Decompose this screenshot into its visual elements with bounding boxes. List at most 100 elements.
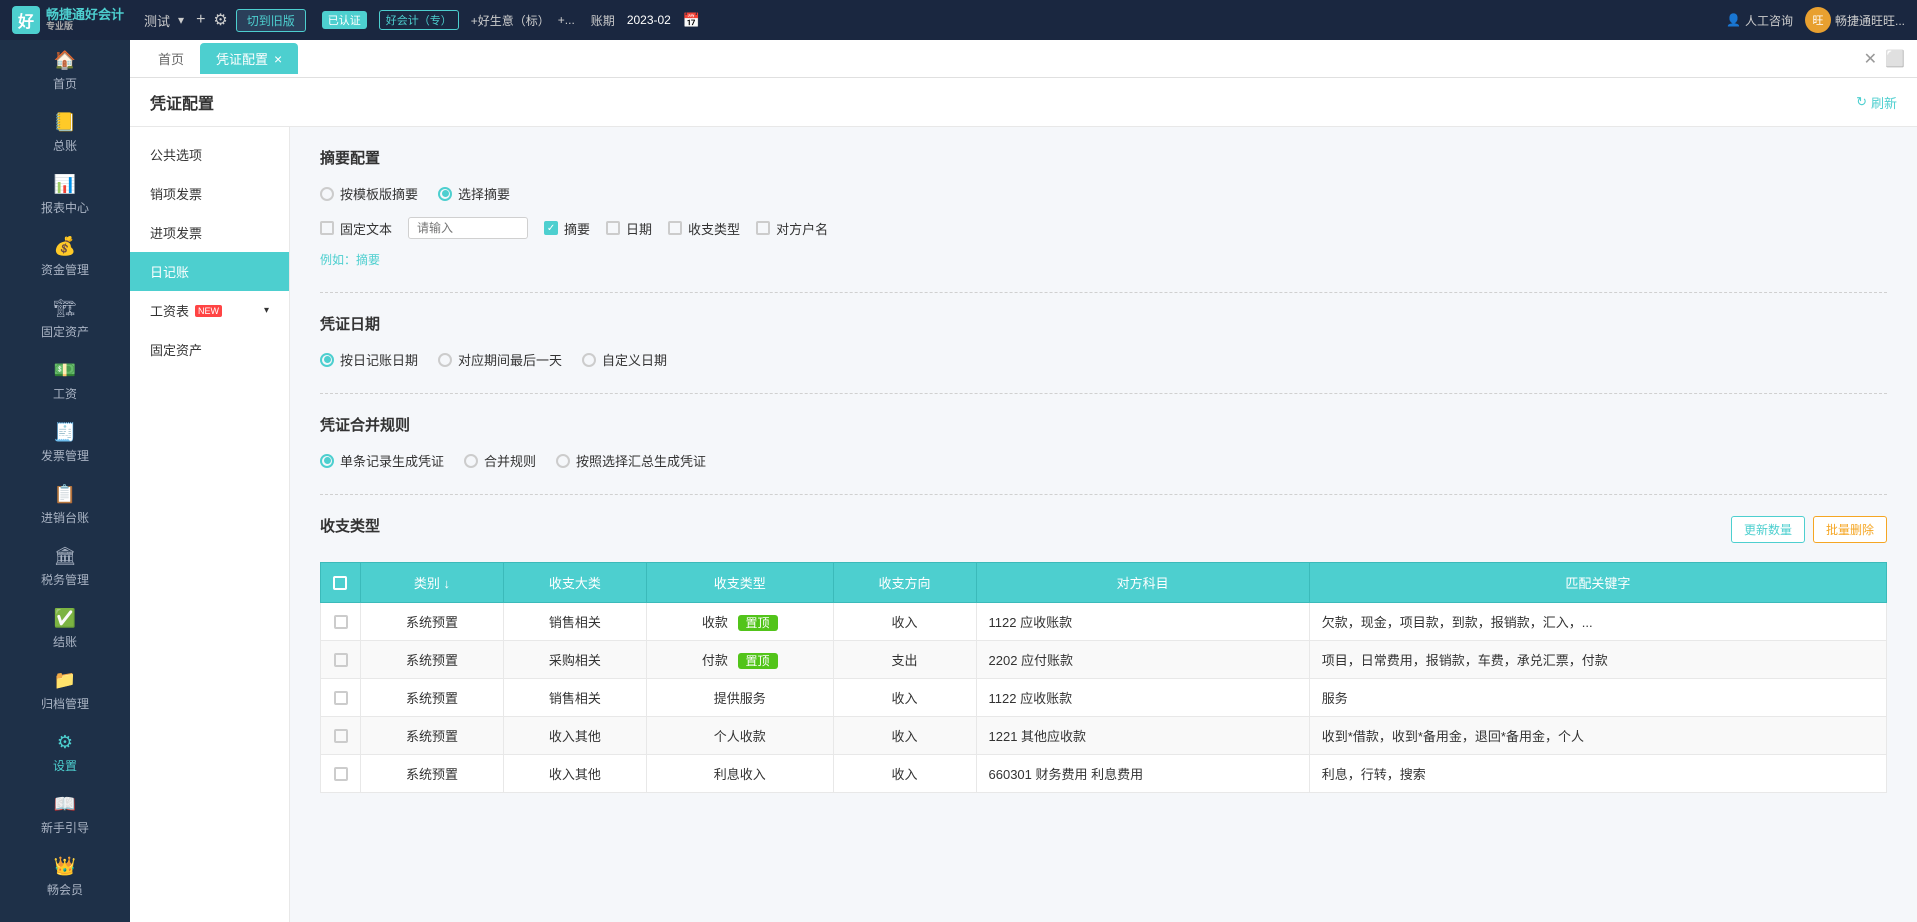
checkbox-income-type[interactable]: 收支类型 (668, 219, 740, 238)
td-keywords-1: 欠款，现金，项目款，到款，报销款，汇入，... (1309, 603, 1886, 641)
sidebar-item-salary[interactable]: 💵 工资 (0, 350, 130, 412)
new-badge: NEW (195, 305, 222, 317)
radio-select-circle (438, 187, 452, 201)
checkbox-fixed-text[interactable]: 固定文本 (320, 219, 392, 238)
summary-checkbox-group: 固定文本 ✓ 摘要 日期 (320, 217, 1887, 239)
merge-radio-group: 单条记录生成凭证 合并规则 按照选择汇总生成凭证 (320, 451, 1887, 470)
td-checkbox-1 (321, 603, 361, 641)
sidebar-item-close[interactable]: ✅ 结账 (0, 598, 130, 660)
settings-icon[interactable]: ⚙ (213, 10, 227, 30)
type-label-3: 提供服务 (714, 691, 766, 706)
left-menu-label-purchase: 进项发票 (150, 223, 202, 242)
fixed-text-input[interactable] (408, 217, 528, 239)
summary-radio-group: 按模板版摘要 选择摘要 (320, 184, 1887, 203)
left-menu-item-fixed-assets[interactable]: 固定资产 (130, 330, 289, 369)
row-checkbox-4[interactable] (334, 729, 348, 743)
radio-journal-date-label: 按日记账日期 (340, 350, 418, 369)
sidebar-item-funds[interactable]: 💰 资金管理 (0, 226, 130, 288)
radio-merge-rule[interactable]: 合并规则 (464, 451, 536, 470)
th-keywords: 匹配关键字 (1309, 563, 1886, 603)
radio-custom-date[interactable]: 自定义日期 (582, 350, 667, 369)
tab-close-icon[interactable]: × (274, 51, 282, 67)
sidebar-item-archive[interactable]: 📁 归档管理 (0, 660, 130, 722)
radio-merge-rule-circle (464, 454, 478, 468)
radio-custom-date-circle (582, 353, 596, 367)
radio-select-label: 选择摘要 (458, 184, 510, 203)
sidebar-item-ledger[interactable]: 📒 总账 (0, 102, 130, 164)
type-label-1: 收款 (702, 615, 728, 630)
td-checkbox-4 (321, 717, 361, 755)
app-container: 好 畅捷通好会计 专业版 测试 ▾ + ⚙ 切到旧版 已认证 好会计（专） +好… (0, 0, 1917, 922)
checkbox-income-type-label: 收支类型 (688, 219, 740, 238)
username-label: 畅捷通旺旺... (1835, 12, 1905, 29)
radio-period-last-day[interactable]: 对应期间最后一天 (438, 350, 562, 369)
sidebar-item-assets[interactable]: 🏗 固定资产 (0, 288, 130, 350)
close-accounts-icon: ✅ (54, 608, 76, 629)
settings-nav-icon: ⚙ (57, 732, 73, 753)
invoices-icon: 🧾 (54, 422, 76, 443)
calendar-icon[interactable]: 📅 (683, 12, 700, 29)
sidebar-item-tax[interactable]: 🏛 税务管理 (0, 536, 130, 598)
td-account-5: 660301 财务费用 利息费用 (976, 755, 1309, 793)
page-title: 凭证配置 (150, 90, 214, 114)
td-category-1: 系统预置 (361, 603, 504, 641)
left-menu-item-payroll[interactable]: 工资表 NEW ▾ (130, 291, 289, 330)
radio-template-summary[interactable]: 按模板版摘要 (320, 184, 418, 203)
left-menu-item-journal[interactable]: 日记账 (130, 252, 289, 291)
sidebar-label-settings: 设置 (53, 757, 77, 774)
sidebar-item-member[interactable]: 👑 畅会员 (0, 846, 130, 908)
radio-merge-rule-label: 合并规则 (484, 451, 536, 470)
radio-select-summary[interactable]: 选择摘要 (438, 184, 510, 203)
refresh-label: 刷新 (1871, 93, 1897, 112)
radio-summary-generate[interactable]: 按照选择汇总生成凭证 (556, 451, 706, 470)
sidebar-item-home[interactable]: 🏠 首页 (0, 40, 130, 102)
table-row: 系统预置 收入其他 利息收入 收入 660301 财务费用 利息费用 利息，行转… (321, 755, 1887, 793)
left-menu-item-purchase[interactable]: 进项发票 (130, 213, 289, 252)
left-menu-item-public[interactable]: 公共选项 (130, 135, 289, 174)
row-checkbox-3[interactable] (334, 691, 348, 705)
batch-delete-button[interactable]: 批量删除 (1813, 516, 1887, 543)
checkbox-summary[interactable]: ✓ 摘要 (544, 219, 590, 238)
income-expense-table: 类别 ↓ 收支大类 收支类型 收支方向 对方科目 匹配关键字 (320, 562, 1887, 793)
checkbox-party-name[interactable]: 对方户名 (756, 219, 828, 238)
ai-consult-label: 人工咨询 (1745, 12, 1793, 29)
user-profile[interactable]: 旺 畅捷通旺旺... (1805, 7, 1905, 33)
row-checkbox-2[interactable] (334, 653, 348, 667)
radio-single-record[interactable]: 单条记录生成凭证 (320, 451, 444, 470)
more-label: +... (558, 13, 575, 27)
update-count-button[interactable]: 更新数量 (1731, 516, 1805, 543)
dropdown-icon[interactable]: ▾ (178, 13, 184, 27)
sidebar-item-reports[interactable]: 📊 报表中心 (0, 164, 130, 226)
tab-home[interactable]: 首页 (142, 43, 200, 74)
guide-icon: 📖 (54, 794, 76, 815)
test-label: 测试 (144, 11, 170, 30)
tab-voucher-config[interactable]: 凭证配置 × (200, 43, 298, 74)
main-panel: 摘要配置 按模板版摘要 选择摘要 (290, 127, 1917, 922)
sidebar-item-guide[interactable]: 📖 新手引导 (0, 784, 130, 846)
tab-maximize-button[interactable]: ⬜ (1885, 49, 1905, 69)
radio-journal-date[interactable]: 按日记账日期 (320, 350, 418, 369)
ai-consult-button[interactable]: 👤 人工咨询 (1726, 12, 1793, 29)
sidebar-item-settings[interactable]: ⚙ 设置 (0, 722, 130, 784)
archive-icon: 📁 (54, 670, 76, 691)
left-menu-item-sales[interactable]: 销项发票 (130, 174, 289, 213)
good-accounting-badge: 好会计（专） (379, 10, 459, 30)
refresh-button[interactable]: ↻ 刷新 (1856, 93, 1897, 112)
select-all-checkbox[interactable] (333, 576, 347, 590)
add-icon[interactable]: + (196, 11, 205, 29)
row-checkbox-1[interactable] (334, 615, 348, 629)
top-tag-2: 置顶 (738, 653, 778, 669)
switch-old-version-button[interactable]: 切到旧版 (236, 9, 306, 32)
ledger-icon: 📒 (54, 112, 76, 133)
checkbox-date[interactable]: 日期 (606, 219, 652, 238)
period-label: 账期 (591, 12, 615, 29)
checkbox-summary-label: 摘要 (564, 219, 590, 238)
sidebar-item-stock[interactable]: 📋 进销台账 (0, 474, 130, 536)
sidebar-label-funds: 资金管理 (41, 261, 89, 278)
home-icon: 🏠 (54, 50, 76, 71)
sidebar: 🏠 首页 📒 总账 📊 报表中心 💰 资金管理 🏗 固定资产 💵 工资 (0, 40, 130, 922)
tab-bar: 首页 凭证配置 × ✕ ⬜ (130, 40, 1917, 78)
tab-close-button[interactable]: ✕ (1864, 49, 1877, 69)
row-checkbox-5[interactable] (334, 767, 348, 781)
sidebar-item-invoices[interactable]: 🧾 发票管理 (0, 412, 130, 474)
